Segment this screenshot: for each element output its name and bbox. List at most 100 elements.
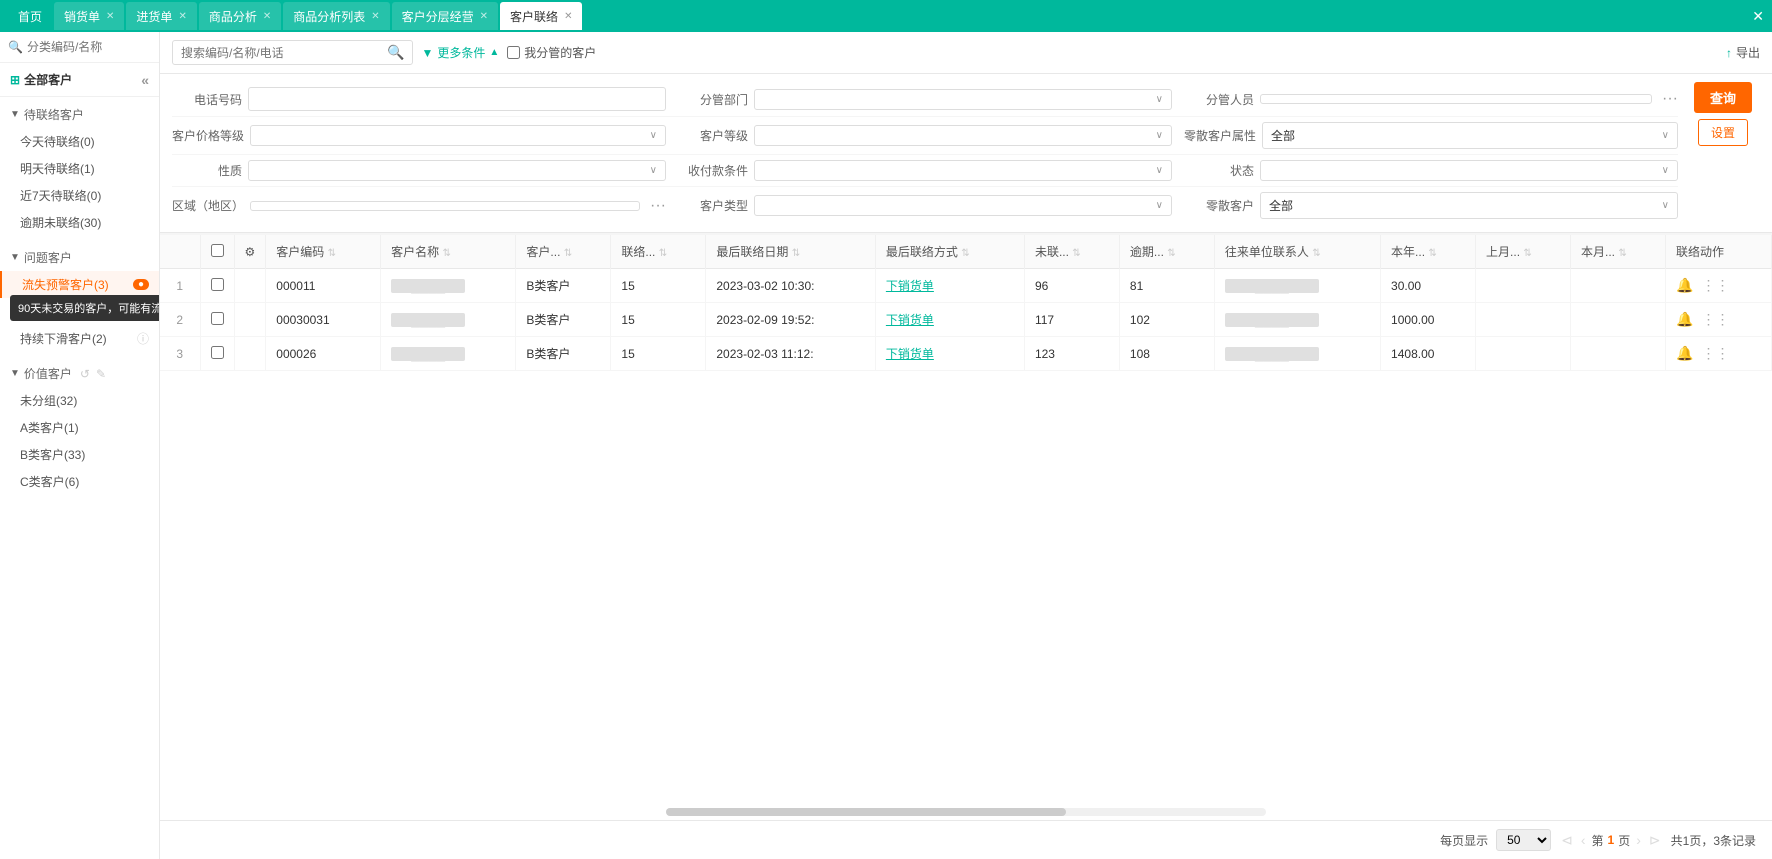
filter-dept-select[interactable]: ∨ (754, 89, 1172, 110)
prev-page-btn[interactable]: ‹ (1579, 832, 1588, 848)
search-button[interactable]: 🔍 (387, 44, 404, 61)
filter-phone-input[interactable] (248, 87, 666, 111)
th-name[interactable]: 客户名称 ⇅ (381, 235, 516, 269)
window-close-btn[interactable]: ✕ (1752, 8, 1764, 25)
action-more-icon[interactable]: ⋮⋮ (1701, 345, 1729, 362)
filter-status-select[interactable]: ∨ (1260, 160, 1678, 181)
th-this-month[interactable]: 本月... ⇅ (1571, 235, 1666, 269)
cell-check[interactable] (200, 269, 234, 303)
th-uncontacted[interactable]: 未联... ⇅ (1024, 235, 1119, 269)
filter-manager-select[interactable] (1260, 94, 1652, 104)
tab-close-sales[interactable]: ✕ (106, 11, 114, 22)
cell-last-method[interactable]: 下销货单 (875, 303, 1024, 337)
action-more-icon[interactable]: ⋮⋮ (1701, 277, 1729, 294)
th-type[interactable]: 客户... ⇅ (516, 235, 611, 269)
filter-sparse-attr-select[interactable]: 全部 ∨ (1262, 122, 1678, 149)
sidebar-group-problem-title[interactable]: ▼ 问题客户 (0, 244, 159, 271)
sidebar-item-class-a[interactable]: A类客户(1) (0, 414, 159, 441)
value-edit-icon[interactable]: ✎ (96, 367, 106, 381)
filter-customer-type: 客户类型 ∨ (678, 195, 1172, 216)
sidebar-group-value-title[interactable]: ▼ 价值客户 ↺ ✎ (0, 360, 159, 387)
action-more-icon[interactable]: ⋮⋮ (1701, 311, 1729, 328)
last-method-link[interactable]: 下销货单 (886, 279, 934, 293)
tab-customer-tier[interactable]: 客户分层经营 ✕ (392, 2, 498, 30)
cell-type: B类客户 (516, 337, 611, 371)
filter-payment-select[interactable]: ∨ (754, 160, 1172, 181)
more-filters-btn[interactable]: ▼ 更多条件 ▲ (421, 44, 499, 61)
tab-analysis[interactable]: 商品分析 ✕ (199, 2, 281, 30)
sidebar-item-7days[interactable]: 近7天待联络(0) (0, 182, 159, 209)
sidebar-item-class-c[interactable]: C类客户(6) (0, 468, 159, 495)
last-page-btn[interactable]: ⊳ (1647, 832, 1663, 849)
my-customers-checkbox-area[interactable]: 我分管的客户 (507, 44, 596, 61)
horizontal-scrollbar[interactable] (160, 804, 1772, 820)
query-button[interactable]: 查询 (1694, 82, 1752, 113)
sidebar-item-churn-warning[interactable]: 流失预警客户(3) ● (0, 271, 159, 298)
last-method-link[interactable]: 下销货单 (886, 313, 934, 327)
action-contact-icon[interactable]: 🔔 (1676, 277, 1693, 294)
filter-region-more-icon[interactable]: ··· (650, 197, 666, 215)
tab-close-customer-contact[interactable]: ✕ (564, 11, 572, 22)
row-checkbox[interactable] (211, 346, 224, 359)
action-contact-icon[interactable]: 🔔 (1676, 345, 1693, 362)
search-input[interactable] (181, 46, 381, 60)
sidebar-search-input[interactable] (27, 40, 160, 54)
tab-customer-contact[interactable]: 客户联络 ✕ (500, 2, 582, 30)
cell-check[interactable] (200, 337, 234, 371)
sidebar-group-pending-title[interactable]: ▼ 待联络客户 (0, 101, 159, 128)
sidebar-item-class-b[interactable]: B类客户(33) (0, 441, 159, 468)
next-page-btn[interactable]: › (1634, 832, 1643, 848)
row-checkbox[interactable] (211, 278, 224, 291)
sidebar-item-declining[interactable]: 持续下滑客户(2) ⓘ (0, 325, 159, 352)
first-page-btn[interactable]: ⊲ (1559, 832, 1575, 849)
scroll-thumb[interactable] (666, 808, 1066, 816)
filter-manager-more-icon[interactable]: ··· (1662, 90, 1678, 108)
export-btn[interactable]: ↑ 导出 (1726, 44, 1760, 61)
tab-close-analysis[interactable]: ✕ (263, 11, 271, 22)
th-last-date[interactable]: 最后联络日期 ⇅ (706, 235, 876, 269)
sidebar-item-overdue[interactable]: 逾期未联络(30) (0, 209, 159, 236)
last-method-link[interactable]: 下销货单 (886, 347, 934, 361)
sidebar-item-ungrouped[interactable]: 未分组(32) (0, 387, 159, 414)
tab-close-customer-tier[interactable]: ✕ (480, 11, 488, 22)
sidebar-collapse-btn[interactable]: « (141, 72, 149, 88)
cell-last-method[interactable]: 下销货单 (875, 269, 1024, 303)
th-action: 联络动作 (1666, 235, 1772, 269)
per-page-select[interactable]: 50 100 200 (1496, 829, 1551, 851)
filter-region-select[interactable] (250, 201, 640, 211)
th-contact[interactable]: 联络... ⇅ (611, 235, 706, 269)
filter-sparse-customer-select[interactable]: 全部 ∨ (1260, 192, 1678, 219)
select-all-checkbox[interactable] (211, 244, 224, 257)
value-refresh-icon[interactable]: ↺ (80, 367, 90, 381)
tab-home[interactable]: 首页 (8, 4, 52, 29)
th-this-year[interactable]: 本年... ⇅ (1381, 235, 1476, 269)
th-unit-contact[interactable]: 往来单位联系人 ⇅ (1214, 235, 1380, 269)
tab-close-analysis-list[interactable]: ✕ (371, 11, 379, 22)
sidebar-item-tomorrow[interactable]: 明天待联络(1) (0, 155, 159, 182)
filter-nature-label: 性质 (172, 162, 242, 179)
row-checkbox[interactable] (211, 312, 224, 325)
tab-analysis-list[interactable]: 商品分析列表 ✕ (283, 2, 389, 30)
th-settings[interactable]: ⚙ (234, 235, 266, 269)
action-contact-icon[interactable]: 🔔 (1676, 311, 1693, 328)
sidebar-item-today[interactable]: 今天待联络(0) (0, 128, 159, 155)
th-last-month[interactable]: 上月... ⇅ (1476, 235, 1571, 269)
filter-customer-type-select[interactable]: ∨ (754, 195, 1172, 216)
filter-nature-select[interactable]: ∨ (248, 160, 666, 181)
filter-price-grade-select[interactable]: ∨ (250, 125, 666, 146)
filter-customer-grade-select[interactable]: ∨ (754, 125, 1172, 146)
th-last-method[interactable]: 最后联络方式 ⇅ (875, 235, 1024, 269)
th-overdue[interactable]: 逾期... ⇅ (1119, 235, 1214, 269)
sort-icon-last-date: ⇅ (792, 248, 800, 259)
my-customers-checkbox[interactable] (507, 46, 520, 59)
th-code[interactable]: 客户编码 ⇅ (266, 235, 381, 269)
cell-last-method[interactable]: 下销货单 (875, 337, 1024, 371)
scroll-track[interactable] (666, 808, 1266, 816)
tab-purchase[interactable]: 进货单 ✕ (126, 2, 196, 30)
column-settings-icon[interactable]: ⚙ (245, 245, 256, 259)
grid-icon: ⊞ (10, 73, 20, 87)
tab-close-purchase[interactable]: ✕ (178, 11, 186, 22)
cell-check[interactable] (200, 303, 234, 337)
settings-button[interactable]: 设置 (1698, 119, 1748, 146)
tab-sales[interactable]: 销货单 ✕ (54, 2, 124, 30)
